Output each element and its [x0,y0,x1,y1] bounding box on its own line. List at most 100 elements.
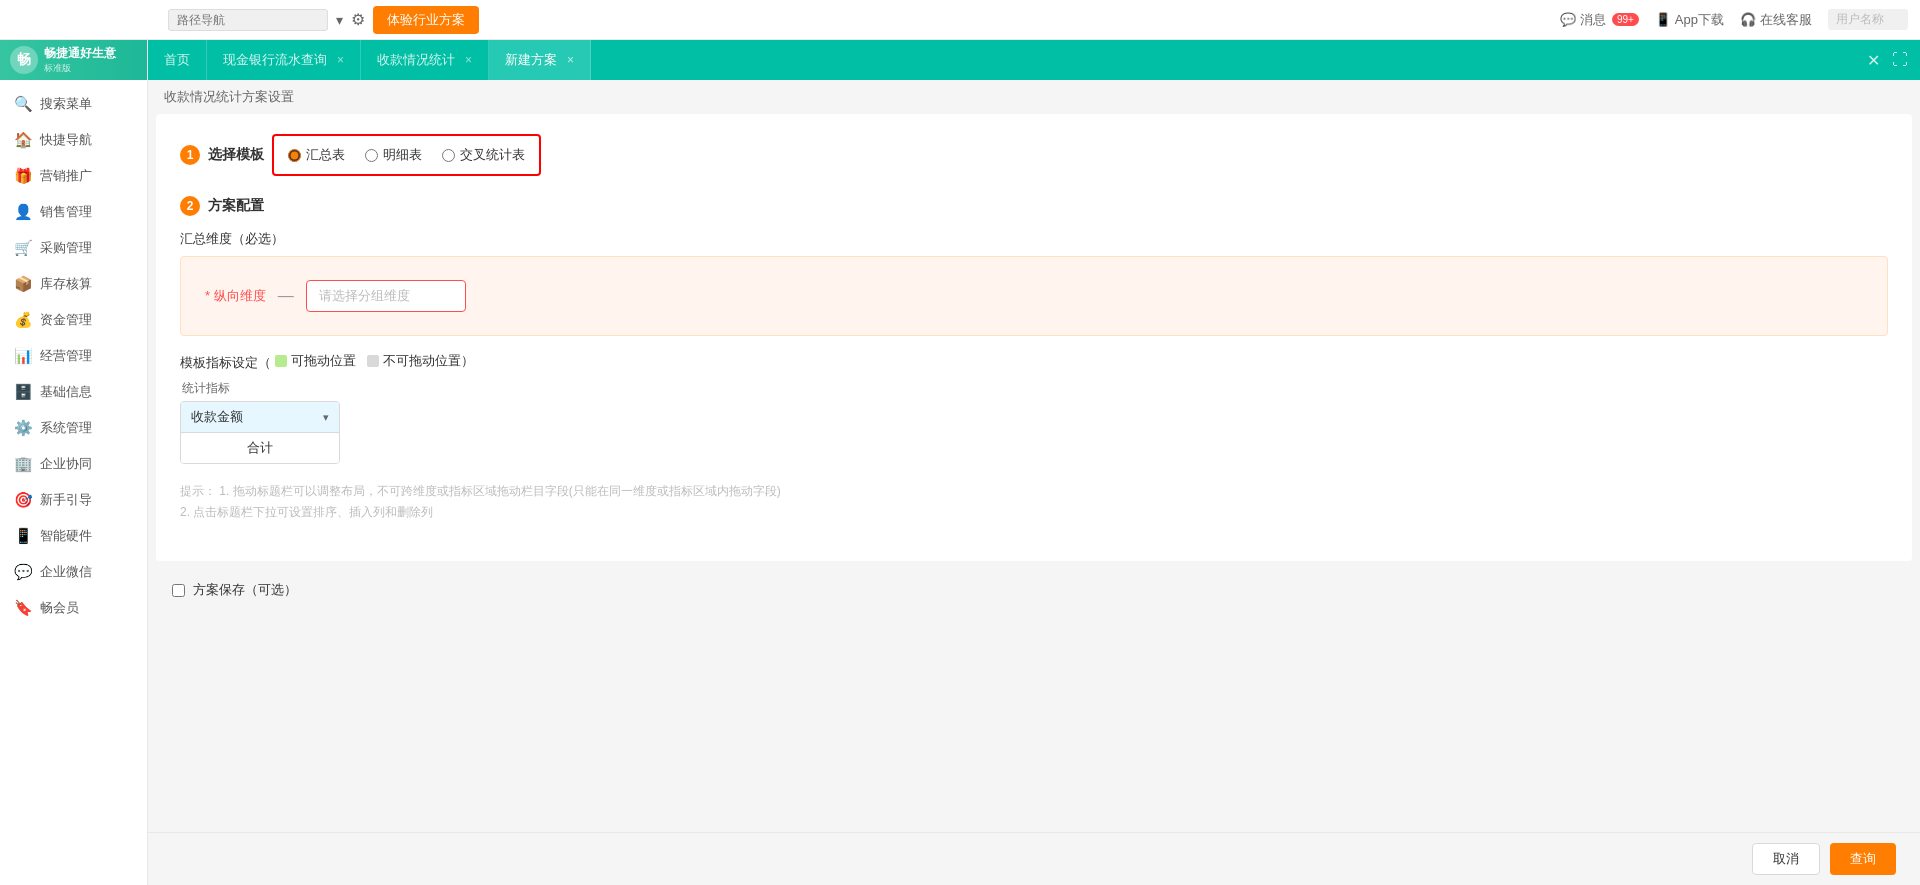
tab-cash-flow-label: 现金银行流水查询 [223,51,327,69]
footer: 取消 查询 [148,832,1920,885]
radio-detail-input[interactable] [365,149,378,162]
body-wrapper: 畅 畅捷通好生意 标准版 🔍 搜索菜单 🏠 快捷导航 🎁 营销推广 [0,40,1920,885]
save-section: 方案保存（可选） [148,569,1920,611]
step1-number: 1 [180,145,200,165]
search-menu-icon: 🔍 [14,95,32,113]
cancel-button[interactable]: 取消 [1752,843,1820,875]
right-panel: 首页 现金银行流水查询 × 收款情况统计 × 新建方案 × ✕ ⛶ [148,40,1920,885]
message-icon: 💬 [1560,12,1576,27]
sidebar: 畅 畅捷通好生意 标准版 🔍 搜索菜单 🏠 快捷导航 🎁 营销推广 [0,40,148,885]
logo-sub-text: 标准版 [44,62,116,75]
radio-summary[interactable]: 汇总表 [288,146,345,164]
sidebar-label-guide: 新手引导 [40,491,92,509]
radio-detail-label: 明细表 [383,146,422,164]
wechat-icon: 💬 [14,563,32,581]
tab-receipt-stats[interactable]: 收款情况统计 × [361,40,489,80]
step2-number: 2 [180,196,200,216]
radio-cross-input[interactable] [442,149,455,162]
sidebar-item-system[interactable]: ⚙️ 系统管理 [0,410,147,446]
sidebar-item-member[interactable]: 🔖 畅会员 [0,590,147,626]
save-checkbox[interactable] [172,584,185,597]
guide-icon: 🎯 [14,491,32,509]
radio-cross-label: 交叉统计表 [460,146,525,164]
chevron-down-icon[interactable]: ▾ [336,12,343,28]
radio-cross[interactable]: 交叉统计表 [442,146,525,164]
metrics-section-label: 统计指标 [180,380,1888,397]
breadcrumb-input[interactable] [168,9,328,31]
download-btn[interactable]: 📱 App下载 [1655,11,1724,29]
finance-icon: 💰 [14,311,32,329]
message-btn[interactable]: 💬 消息 99+ [1560,11,1639,29]
tab-home[interactable]: 首页 [148,40,207,80]
tab-new-plan-close[interactable]: × [567,53,574,67]
template-selector: 汇总表 明细表 交叉统计表 [272,134,541,176]
tip2: 2. 点击标题栏下拉可设置排序、插入列和删除列 [180,504,1888,521]
dimension-section-title: 汇总维度（必选） [180,230,1888,248]
metrics-col1-label: 收款金额 [191,408,243,426]
download-icon: 📱 [1655,12,1671,27]
dimension-select-box[interactable]: 请选择分组维度 [306,280,466,312]
tab-home-label: 首页 [164,51,190,69]
metrics-col1-header[interactable]: 收款金额 ▾ [181,402,339,433]
sidebar-label-search-menu: 搜索菜单 [40,95,92,113]
step2-title: 方案配置 [208,197,264,215]
sidebar-item-basic-info[interactable]: 🗄️ 基础信息 [0,374,147,410]
tab-cash-flow-close[interactable]: × [337,53,344,67]
hint-draggable-label: 可拖动位置 [291,352,356,370]
metrics-section-header: 模板指标设定（ 可拖动位置 不可拖动位置） [180,352,1888,372]
metrics-col1-chevron[interactable]: ▾ [323,411,329,424]
form-container: 1 选择模板 汇总表 明细表 [156,114,1912,561]
tab-cash-flow[interactable]: 现金银行流水查询 × [207,40,361,80]
sidebar-label-purchase: 采购管理 [40,239,92,257]
tab-close-window-btn[interactable]: ✕ [1863,47,1884,74]
operations-icon: 📊 [14,347,32,365]
dimension-container: 纵向维度 — 请选择分组维度 [180,256,1888,336]
tab-receipt-stats-close[interactable]: × [465,53,472,67]
config-section: 汇总维度（必选） 纵向维度 — 请选择分组维度 模板指标设定（ [180,230,1888,521]
member-icon: 🔖 [14,599,32,617]
tip1: 提示： 1. 拖动标题栏可以调整布局，不可跨维度或指标区域拖动栏目字段(只能在同… [180,483,1888,500]
step2-header: 2 方案配置 [180,196,1888,216]
service-btn[interactable]: 🎧 在线客服 [1740,11,1812,29]
sidebar-item-quick-nav[interactable]: 🏠 快捷导航 [0,122,147,158]
sidebar-item-marketing[interactable]: 🎁 营销推广 [0,158,147,194]
radio-summary-label: 汇总表 [306,146,345,164]
tab-new-plan[interactable]: 新建方案 × [489,40,591,80]
tab-bar-actions: ✕ ⛶ [1863,40,1920,80]
sidebar-item-finance[interactable]: 💰 资金管理 [0,302,147,338]
arrow-right-icon: — [278,287,294,305]
tab-new-plan-label: 新建方案 [505,51,557,69]
save-label: 方案保存（可选） [193,581,297,599]
app-wrapper: ▾ ⚙ 体验行业方案 💬 消息 99+ 📱 App下载 🎧 在线客服 用户名称 [0,0,1920,885]
tab-bar: 首页 现金银行流水查询 × 收款情况统计 × 新建方案 × ✕ ⛶ [148,40,1920,80]
sidebar-item-inventory[interactable]: 📦 库存核算 [0,266,147,302]
service-icon: 🎧 [1740,12,1756,27]
basic-info-icon: 🗄️ [14,383,32,401]
user-name: 用户名称 [1828,9,1908,30]
gear-icon[interactable]: ⚙ [351,10,365,29]
tab-maximize-btn[interactable]: ⛶ [1888,47,1912,73]
draggable-indicator [275,355,287,367]
sidebar-item-purchase[interactable]: 🛒 采购管理 [0,230,147,266]
industry-btn[interactable]: 体验行业方案 [373,6,479,34]
radio-summary-input[interactable] [288,149,301,162]
purchase-icon: 🛒 [14,239,32,257]
metrics-section-title-text: 模板指标设定（ [180,355,271,370]
radio-detail[interactable]: 明细表 [365,146,422,164]
sidebar-label-smart-hw: 智能硬件 [40,527,92,545]
sidebar-item-enterprise[interactable]: 🏢 企业协同 [0,446,147,482]
non-draggable-indicator [367,355,379,367]
metrics-table-area: 统计指标 收款金额 ▾ 合计 [180,380,1888,467]
logo-texts: 畅捷通好生意 标准版 [44,45,116,75]
step1-section: 1 选择模板 汇总表 明细表 [180,134,1888,176]
sidebar-logo: 畅 畅捷通好生意 标准版 [0,40,147,80]
query-button[interactable]: 查询 [1830,843,1896,875]
sidebar-item-search-menu[interactable]: 🔍 搜索菜单 [0,86,147,122]
sidebar-item-operations[interactable]: 📊 经营管理 [0,338,147,374]
sidebar-item-wechat[interactable]: 💬 企业微信 [0,554,147,590]
sidebar-item-sales[interactable]: 👤 销售管理 [0,194,147,230]
sidebar-item-guide[interactable]: 🎯 新手引导 [0,482,147,518]
sidebar-label-system: 系统管理 [40,419,92,437]
sidebar-item-smart-hw[interactable]: 📱 智能硬件 [0,518,147,554]
sidebar-label-sales: 销售管理 [40,203,92,221]
